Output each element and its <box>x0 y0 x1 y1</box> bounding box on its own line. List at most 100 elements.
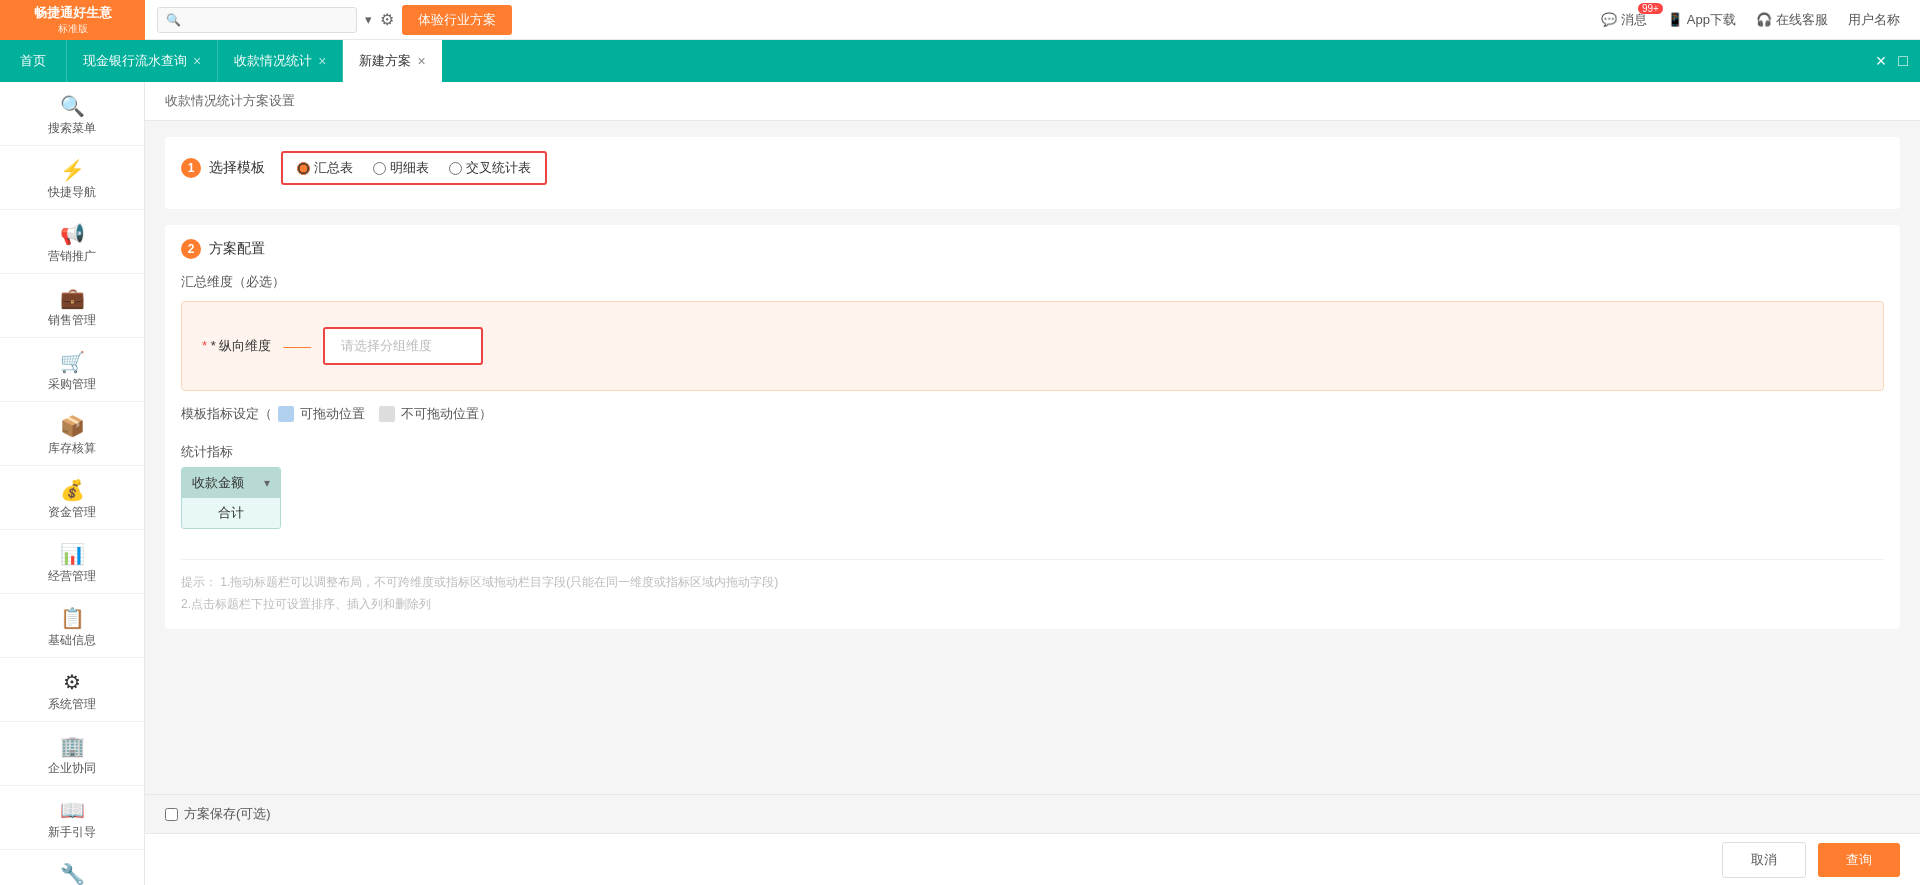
metrics-title-text: 模板指标设定（ <box>181 405 272 423</box>
draggable-indicator <box>278 406 294 422</box>
tab-new-plan-close[interactable]: × <box>417 53 425 69</box>
logo-text: 畅捷通好生意 <box>34 4 112 22</box>
download-btn[interactable]: 📱 App下载 <box>1667 11 1736 29</box>
sidebar-item-hardware[interactable]: 🔧 智能硬件 <box>0 850 144 885</box>
radio-cross[interactable]: 交叉统计表 <box>449 159 531 177</box>
tab-cash-flow-label: 现金银行流水查询 <box>83 52 187 70</box>
tab-bar-close-icon[interactable]: × <box>1876 51 1887 72</box>
tip-1: 提示： 1.拖动标题栏可以调整布局，不可跨维度或指标区域拖动栏目字段(只能在同一… <box>181 572 1884 594</box>
support-btn[interactable]: 🎧 在线客服 <box>1756 11 1828 29</box>
tab-bar-maximize-icon[interactable]: □ <box>1898 52 1908 70</box>
step2-number: 2 <box>181 239 201 259</box>
indicators-area: 统计指标 收款金额 ▾ 合计 <box>181 433 1884 539</box>
draggable-label: 可拖动位置 <box>300 405 365 423</box>
breadcrumb: 收款情况统计方案设置 <box>165 93 295 108</box>
search-icon: 🔍 <box>166 13 181 27</box>
sidebar-item-quick-nav[interactable]: ⚡ 快捷导航 <box>0 146 144 210</box>
vertical-dimension-label: * * 纵向维度 <box>202 337 271 355</box>
indicator-dropdown-icon: ▾ <box>264 476 270 490</box>
dimension-area: * * 纵向维度 —— 请选择分组维度 <box>181 301 1884 391</box>
finance-icon: 💰 <box>60 478 85 502</box>
radio-summary-label: 汇总表 <box>314 159 353 177</box>
guide-icon: 📖 <box>60 798 85 822</box>
indicator-tag-receipts: 收款金额 ▾ 合计 <box>181 467 281 529</box>
sidebar-label-operations: 经营管理 <box>48 568 96 585</box>
indicator-header-receipts[interactable]: 收款金额 ▾ <box>182 468 280 498</box>
system-icon: ⚙ <box>63 670 81 694</box>
header-gear-btn[interactable]: ⚙ <box>380 10 394 29</box>
message-badge: 99+ <box>1638 3 1663 14</box>
template-selection-box: 汇总表 明细表 交叉统计表 <box>281 151 547 185</box>
tab-home[interactable]: 首页 <box>0 40 67 82</box>
tab-cash-flow-close[interactable]: × <box>193 53 201 69</box>
sidebar-item-purchase[interactable]: 🛒 采购管理 <box>0 338 144 402</box>
sidebar-item-operations[interactable]: 📊 经营管理 <box>0 530 144 594</box>
sidebar-label-basic-info: 基础信息 <box>48 632 96 649</box>
inventory-icon: 📦 <box>60 414 85 438</box>
user-name[interactable]: 用户名称 <box>1848 11 1900 29</box>
download-icon: 📱 <box>1667 12 1683 27</box>
sidebar-item-marketing[interactable]: 📢 营销推广 <box>0 210 144 274</box>
message-icon: 💬 <box>1601 12 1617 27</box>
tab-new-plan[interactable]: 新建方案 × <box>343 40 441 82</box>
sidebar-item-guide[interactable]: 📖 新手引导 <box>0 786 144 850</box>
message-btn[interactable]: 💬 消息 99+ <box>1601 11 1647 29</box>
page-header: 收款情况统计方案设置 <box>145 82 1920 121</box>
query-button[interactable]: 查询 <box>1818 843 1900 877</box>
sidebar-item-search[interactable]: 🔍 搜索菜单 <box>0 82 144 146</box>
tab-receipts-label: 收款情况统计 <box>234 52 312 70</box>
metrics-settings: 模板指标设定（ 可拖动位置 不可拖动位置） 统计指标 <box>181 405 1884 539</box>
step1-title: 选择模板 <box>209 159 265 177</box>
radio-detail[interactable]: 明细表 <box>373 159 429 177</box>
basic-info-icon: 📋 <box>60 606 85 630</box>
footer-save-bar: 方案保存(可选) <box>145 794 1920 833</box>
tab-new-plan-label: 新建方案 <box>359 52 411 70</box>
tips-section: 提示： 1.拖动标题栏可以调整布局，不可跨维度或指标区域拖动栏目字段(只能在同一… <box>181 559 1884 615</box>
tab-receipts-close[interactable]: × <box>318 53 326 69</box>
save-checkbox-label[interactable]: 方案保存(可选) <box>165 805 1900 823</box>
action-bar: 取消 查询 <box>145 833 1920 885</box>
cancel-button[interactable]: 取消 <box>1722 842 1806 878</box>
sidebar-item-system[interactable]: ⚙ 系统管理 <box>0 658 144 722</box>
sales-icon: 💼 <box>60 286 85 310</box>
save-checkbox[interactable] <box>165 808 178 821</box>
purchase-icon: 🛒 <box>60 350 85 374</box>
nav-tabs-bar: 首页 现金银行流水查询 × 收款情况统计 × 新建方案 × × □ <box>0 40 1920 82</box>
hardware-icon: 🔧 <box>60 862 85 885</box>
radio-detail-label: 明细表 <box>390 159 429 177</box>
dimension-select-btn[interactable]: 请选择分组维度 <box>323 327 483 365</box>
page-content: 1 选择模板 汇总表 明细表 <box>145 121 1920 794</box>
tab-cash-flow[interactable]: 现金银行流水查询 × <box>67 40 218 82</box>
sidebar-item-basic-info[interactable]: 📋 基础信息 <box>0 594 144 658</box>
sidebar-label-system: 系统管理 <box>48 696 96 713</box>
sidebar-item-inventory[interactable]: 📦 库存核算 <box>0 402 144 466</box>
sidebar-label-search: 搜索菜单 <box>48 120 96 137</box>
step2-title: 方案配置 <box>209 240 265 258</box>
tip-2: 2.点击标题栏下拉可设置排序、插入列和删除列 <box>181 594 1884 616</box>
sidebar: 🔍 搜索菜单 ⚡ 快捷导航 📢 营销推广 💼 销售管理 🛒 采购管理 📦 库存核… <box>0 82 145 885</box>
dimension-section-title: 汇总维度（必选） <box>181 273 1884 291</box>
header-search-box[interactable]: 🔍 <box>157 7 357 33</box>
operations-icon: 📊 <box>60 542 85 566</box>
logo-version: 标准版 <box>58 22 88 36</box>
sidebar-label-purchase: 采购管理 <box>48 376 96 393</box>
non-draggable-label: 不可拖动位置） <box>401 405 492 423</box>
step2-section: 2 方案配置 汇总维度（必选） * * 纵向维度 —— <box>165 225 1900 629</box>
save-label-text: 方案保存(可选) <box>184 805 271 823</box>
content-area: 收款情况统计方案设置 1 选择模板 汇总表 <box>145 82 1920 885</box>
marketing-icon: 📢 <box>60 222 85 246</box>
sidebar-label-marketing: 营销推广 <box>48 248 96 265</box>
sidebar-item-sales[interactable]: 💼 销售管理 <box>0 274 144 338</box>
header-dropdown-btn[interactable]: ▾ <box>365 12 372 27</box>
indicator-body-receipts: 合计 <box>182 498 280 528</box>
app-logo: 畅捷通好生意 标准版 <box>0 0 145 40</box>
sidebar-item-enterprise[interactable]: 🏢 企业协同 <box>0 722 144 786</box>
sidebar-label-inventory: 库存核算 <box>48 440 96 457</box>
tab-home-label: 首页 <box>20 52 46 70</box>
industry-btn[interactable]: 体验行业方案 <box>402 5 512 35</box>
tab-receipts[interactable]: 收款情况统计 × <box>218 40 343 82</box>
sidebar-item-finance[interactable]: 💰 资金管理 <box>0 466 144 530</box>
sidebar-label-guide: 新手引导 <box>48 824 96 841</box>
radio-summary[interactable]: 汇总表 <box>297 159 353 177</box>
sidebar-label-enterprise: 企业协同 <box>48 760 96 777</box>
